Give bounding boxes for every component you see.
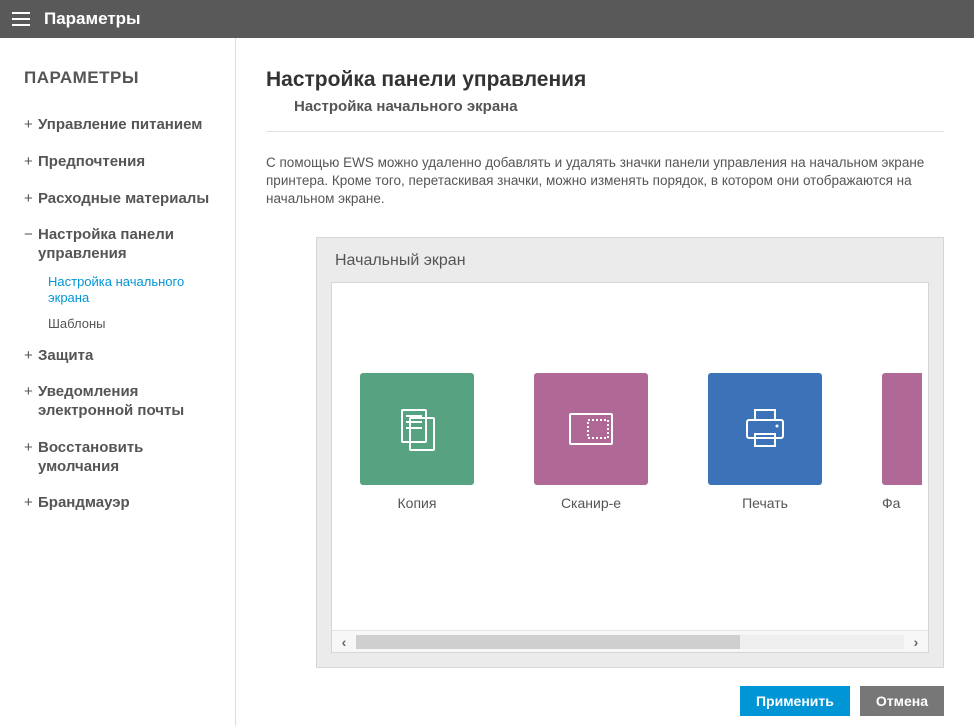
footer-actions: Применить Отмена: [266, 668, 944, 716]
tile-scan[interactable]: Сканир-е: [534, 373, 648, 511]
sidebar-item-restore-defaults[interactable]: + Восстановить умолчания: [24, 439, 217, 477]
scroll-track[interactable]: [356, 635, 904, 649]
collapse-icon: −: [24, 226, 38, 245]
sidebar-item-power[interactable]: + Управление питанием: [24, 116, 217, 135]
sidebar-submenu: Настройка начального экрана Шаблоны: [48, 274, 217, 333]
scroll-thumb[interactable]: [356, 635, 740, 649]
tile-label: Печать: [742, 495, 788, 511]
page-title: Настройка панели управления: [266, 68, 944, 92]
expand-icon: +: [24, 383, 38, 402]
tile-label: Фа: [882, 495, 900, 511]
sidebar-subitem-templates[interactable]: Шаблоны: [48, 316, 217, 332]
apply-button[interactable]: Применить: [740, 686, 850, 716]
print-icon: [739, 404, 791, 454]
sidebar-item-label: Брандмауэр: [38, 494, 130, 513]
sidebar: ПАРАМЕТРЫ + Управление питанием + Предпо…: [0, 38, 236, 726]
tile-fax[interactable]: Фа: [882, 373, 922, 511]
main-content: Настройка панели управления Настройка на…: [236, 38, 974, 726]
sidebar-item-security[interactable]: + Защита: [24, 347, 217, 366]
sidebar-item-label: Восстановить умолчания: [38, 439, 217, 477]
tiles-row: Копия Сканир-е: [332, 373, 928, 511]
horizontal-scrollbar[interactable]: ‹ ›: [332, 630, 928, 652]
panel-title: Начальный экран: [317, 238, 943, 282]
tile-copy[interactable]: Копия: [360, 373, 474, 511]
fax-icon: [914, 404, 922, 454]
sidebar-item-label: Уведомления электронной почты: [38, 383, 217, 421]
page-description: С помощью EWS можно удаленно добавлять и…: [266, 154, 944, 209]
sidebar-item-supplies[interactable]: + Расходные материалы: [24, 190, 217, 209]
scan-icon: [564, 404, 618, 454]
hamburger-icon[interactable]: [12, 12, 30, 26]
sidebar-item-label: Управление питанием: [38, 116, 202, 135]
app-header: Параметры: [0, 0, 974, 38]
sidebar-subitem-home-setup[interactable]: Настройка начального экрана: [48, 274, 217, 307]
expand-icon: +: [24, 347, 38, 366]
tile-icon-print: [708, 373, 822, 485]
tile-label: Копия: [398, 495, 437, 511]
sidebar-item-firewall[interactable]: + Брандмауэр: [24, 494, 217, 513]
tile-print[interactable]: Печать: [708, 373, 822, 511]
cancel-button[interactable]: Отмена: [860, 686, 944, 716]
home-screen-panel: Начальный экран: [316, 237, 944, 668]
expand-icon: +: [24, 439, 38, 458]
sidebar-item-label: Предпочтения: [38, 153, 145, 172]
tile-icon-scan: [534, 373, 648, 485]
sidebar-heading: ПАРАМЕТРЫ: [24, 68, 217, 88]
copy-icon: [392, 404, 442, 454]
scroll-left-button[interactable]: ‹: [332, 631, 356, 653]
main-container: ПАРАМЕТРЫ + Управление питанием + Предпо…: [0, 38, 974, 726]
sidebar-item-control-panel[interactable]: − Настройка панели управления: [24, 226, 217, 264]
tiles-area: Копия Сканир-е: [332, 283, 928, 630]
sidebar-item-label: Защита: [38, 347, 93, 366]
tile-icon-fax: [882, 373, 922, 485]
tile-icon-copy: [360, 373, 474, 485]
panel-body: Копия Сканир-е: [331, 282, 929, 653]
sidebar-item-email-notify[interactable]: + Уведомления электронной почты: [24, 383, 217, 421]
expand-icon: +: [24, 116, 38, 135]
sidebar-item-label: Расходные материалы: [38, 190, 209, 209]
sidebar-item-label: Настройка панели управления: [38, 226, 217, 264]
divider: [266, 131, 944, 132]
tile-label: Сканир-е: [561, 495, 621, 511]
expand-icon: +: [24, 153, 38, 172]
expand-icon: +: [24, 494, 38, 513]
sidebar-item-preferences[interactable]: + Предпочтения: [24, 153, 217, 172]
expand-icon: +: [24, 190, 38, 209]
header-title: Параметры: [44, 9, 141, 29]
page-subtitle: Настройка начального экрана: [294, 98, 944, 115]
scroll-right-button[interactable]: ›: [904, 631, 928, 653]
